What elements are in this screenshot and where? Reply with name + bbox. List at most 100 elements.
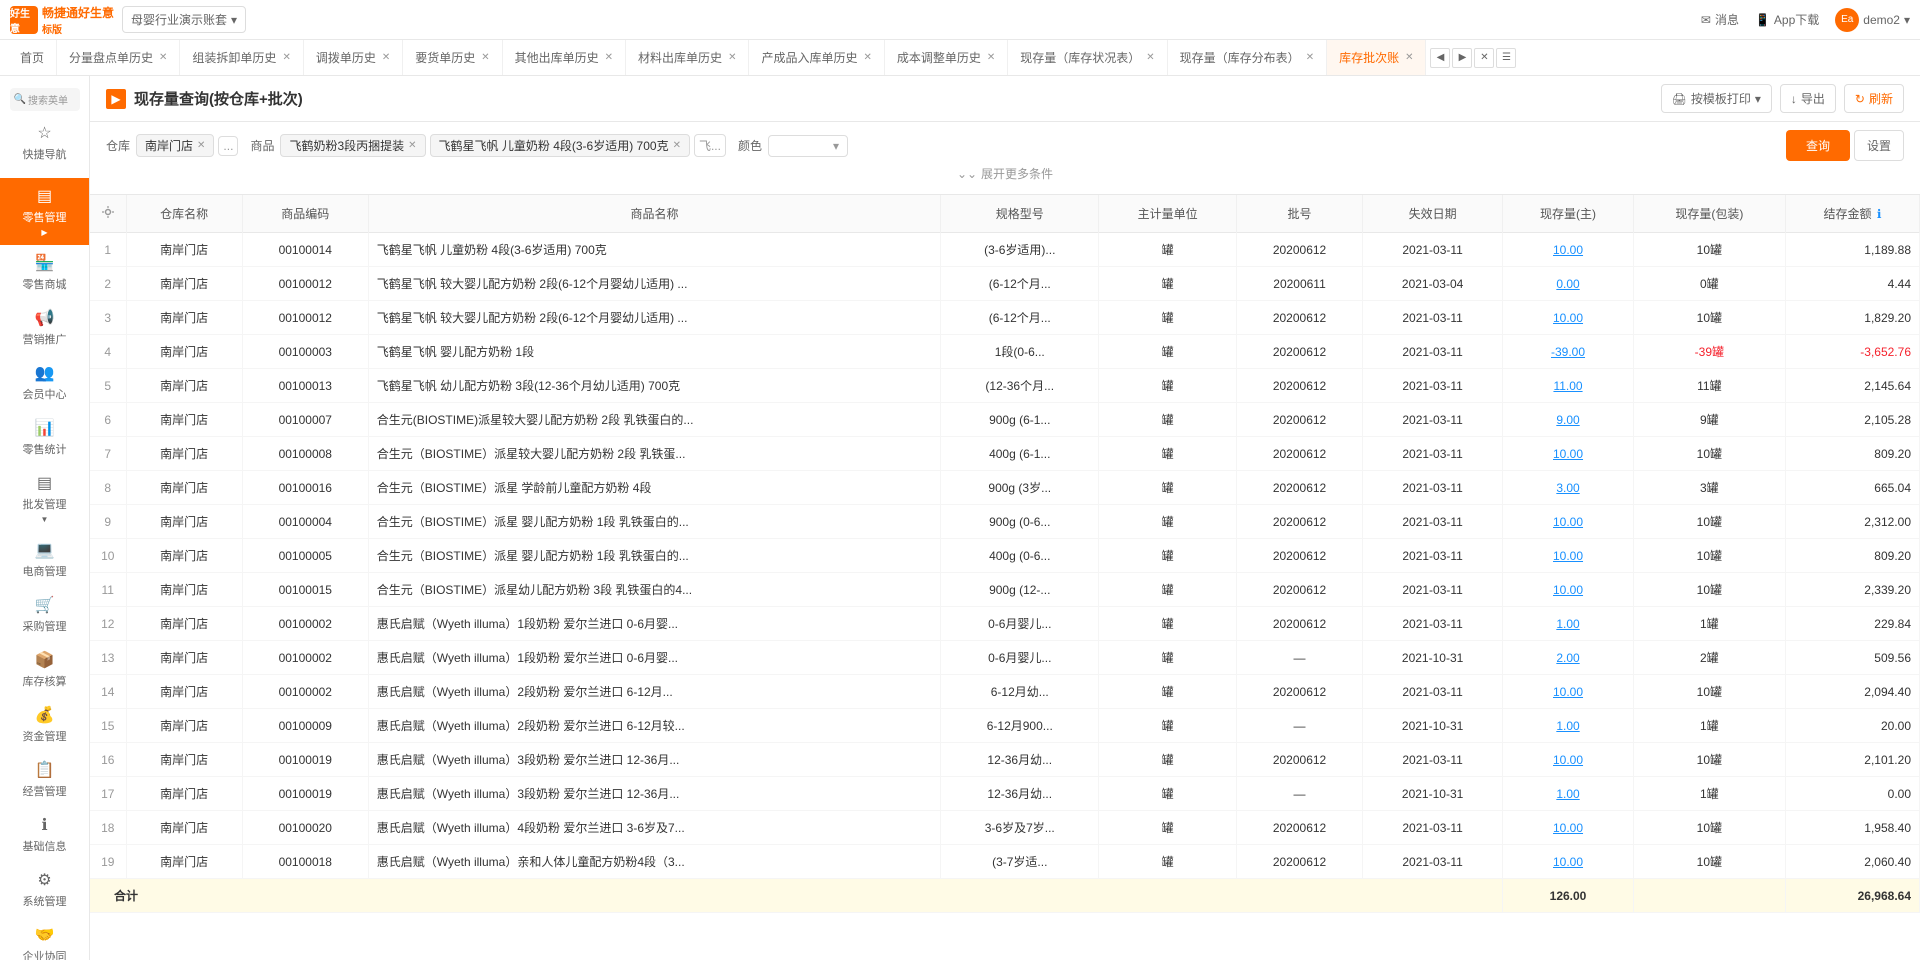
export-btn[interactable]: ↓ 导出 (1780, 84, 1836, 113)
search-input[interactable]: 🔍 搜索英单 (10, 88, 80, 111)
close-icon[interactable]: ✕ (1405, 52, 1413, 63)
warehouse-tag[interactable]: 南岸门店 ✕ (136, 134, 214, 157)
cell-spec: (6-12个月... (941, 301, 1099, 335)
cell-batch: 20200612 (1237, 369, 1363, 403)
cell-name: 合生元（BIOSTIME）派星 婴儿配方奶粉 1段 乳铁蛋白的... (368, 539, 941, 573)
cell-unit: 罐 (1099, 675, 1237, 709)
close-icon[interactable]: ✕ (1146, 52, 1154, 63)
user-menu[interactable]: Ea demo2 ▾ (1835, 8, 1910, 32)
row-num: 13 (90, 641, 126, 675)
tab-other-out[interactable]: 其他出库单历史 ✕ (503, 40, 626, 76)
tab-zu-zhuang[interactable]: 组装拆卸单历史 ✕ (180, 40, 303, 76)
cell-warehouse: 南岸门店 (126, 233, 242, 267)
nav-more-btn[interactable]: ☰ (1496, 48, 1516, 68)
nav-close-btn[interactable]: ✕ (1474, 48, 1494, 68)
close-icon[interactable]: ✕ (728, 52, 736, 63)
cell-qty-pkg: 10罐 (1633, 811, 1785, 845)
sidebar-item-purchase[interactable]: 🛒 采购管理 (0, 587, 89, 642)
cell-expire: 2021-10-31 (1362, 641, 1502, 675)
expand-filter-btn[interactable]: ▶ (106, 89, 126, 109)
close-icon[interactable]: ✕ (382, 52, 390, 63)
cell-qty-pkg: 10罐 (1633, 845, 1785, 879)
filter-bar: 仓库 南岸门店 ✕ ... 商品 飞鹤奶粉3段丙捆提装 ✕ (90, 122, 1920, 195)
search-btn[interactable]: 查询 (1786, 130, 1850, 161)
cell-spec: 900g (0-6... (941, 505, 1099, 539)
cell-code: 00100014 (242, 233, 368, 267)
tab-fen-pan[interactable]: 分量盘点单历史 ✕ (57, 40, 180, 76)
sidebar-item-mall[interactable]: 🏪 零售商城 (0, 245, 89, 300)
tab-material-out[interactable]: 材料出库单历史 ✕ (626, 40, 749, 76)
tab-produce-in[interactable]: 产成品入库单历史 ✕ (749, 40, 884, 76)
product-tag-1[interactable]: 飞鹤奶粉3段丙捆提装 ✕ (280, 134, 425, 157)
refresh-btn[interactable]: ↻ 刷新 (1844, 84, 1904, 113)
tab-home[interactable]: 首页 (8, 40, 57, 76)
amount-info-icon: ℹ (1877, 207, 1882, 221)
cell-code: 00100002 (242, 675, 368, 709)
remove-product-1-icon[interactable]: ✕ (408, 140, 416, 151)
sidebar-item-member[interactable]: 👥 会员中心 (0, 355, 89, 410)
sidebar-item-corp[interactable]: 🤝 企业协同 (0, 917, 89, 960)
cell-qty-main: 10.00 (1503, 743, 1634, 777)
settings-btn[interactable]: 设置 (1854, 130, 1904, 161)
product-tag-2[interactable]: 飞鹤星飞帆 儿童奶粉 4段(3-6岁适用) 700克 ✕ (430, 134, 690, 157)
nav-next-btn[interactable]: ▶ (1452, 48, 1472, 68)
inventory-table: 仓库名称 商品编码 商品名称 规格型号 主计量单位 批号 失效日期 现存量(主)… (90, 195, 1920, 913)
messages-btn[interactable]: ✉ 消息 (1701, 11, 1739, 28)
color-dropdown[interactable]: ▾ (768, 135, 848, 157)
remove-warehouse-icon[interactable]: ✕ (197, 140, 205, 151)
tab-yao-huo[interactable]: 要货单历史 ✕ (403, 40, 502, 76)
product-more[interactable]: 飞... (694, 134, 726, 157)
cell-batch: — (1237, 777, 1363, 811)
cell-unit: 罐 (1099, 267, 1237, 301)
sidebar-item-marketing[interactable]: 📢 营销推广 (0, 300, 89, 355)
tab-batch-account[interactable]: 库存批次账 ✕ (1327, 40, 1426, 76)
sidebar-item-ecommerce[interactable]: 💻 电商管理 (0, 532, 89, 587)
marketing-icon: 📢 (35, 308, 55, 328)
close-icon[interactable]: ✕ (987, 52, 995, 63)
close-icon[interactable]: ✕ (863, 52, 871, 63)
cell-code: 00100012 (242, 267, 368, 301)
row-num: 7 (90, 437, 126, 471)
close-icon[interactable]: ✕ (159, 52, 167, 63)
close-icon[interactable]: ✕ (1306, 52, 1314, 63)
sidebar-item-retail-stats[interactable]: 📊 零售统计 (0, 410, 89, 465)
cell-code: 00100019 (242, 743, 368, 777)
close-icon[interactable]: ✕ (481, 52, 489, 63)
table-row: 6 南岸门店 00100007 合生元(BIOSTIME)派星较大婴儿配方奶粉 … (90, 403, 1920, 437)
cell-batch: 20200612 (1237, 743, 1363, 777)
cell-batch: — (1237, 641, 1363, 675)
app-download-btn[interactable]: 📱 App下载 (1755, 11, 1819, 28)
expand-more-btn[interactable]: ⌄⌄ 展开更多条件 (106, 161, 1904, 186)
cell-expire: 2021-03-11 (1362, 403, 1502, 437)
warehouse-more[interactable]: ... (218, 136, 238, 156)
sidebar-item-system[interactable]: ⚙ 系统管理 (0, 862, 89, 917)
close-icon[interactable]: ✕ (605, 52, 613, 63)
remove-product-2-icon[interactable]: ✕ (673, 140, 681, 151)
tab-inventory-status[interactable]: 现存量（库存状况表） ✕ (1008, 40, 1167, 76)
cell-code: 00100018 (242, 845, 368, 879)
tab-inventory-dist[interactable]: 现存量（库存分布表） ✕ (1168, 40, 1327, 76)
header-actions: 🖨 按模板打印 ▾ ↓ 导出 ↻ 刷新 (1661, 84, 1904, 113)
sidebar-item-retail[interactable]: ▤ 零售管理 ▶ (0, 178, 89, 245)
corp-icon: 🤝 (35, 925, 55, 945)
cell-amount: 2,145.64 (1785, 369, 1919, 403)
cell-unit: 罐 (1099, 539, 1237, 573)
sidebar-item-shortcut[interactable]: ☆ 快捷导航 (0, 115, 89, 170)
tab-label: 组装拆卸单历史 (192, 49, 276, 66)
tab-diao-bo[interactable]: 调拨单历史 ✕ (304, 40, 403, 76)
template-print-btn[interactable]: 🖨 按模板打印 ▾ (1661, 84, 1772, 113)
cell-qty-main: 10.00 (1503, 233, 1634, 267)
table-row: 5 南岸门店 00100013 飞鹤星飞帆 幼儿配方奶粉 3段(12-36个月幼… (90, 369, 1920, 403)
col-settings (90, 195, 126, 233)
sidebar-item-basic[interactable]: ℹ 基础信息 (0, 807, 89, 862)
table-row: 8 南岸门店 00100016 合生元（BIOSTIME）派星 学龄前儿童配方奶… (90, 471, 1920, 505)
sidebar-item-finance[interactable]: 💰 资金管理 (0, 697, 89, 752)
close-icon[interactable]: ✕ (282, 52, 290, 63)
sidebar-item-inventory[interactable]: 📦 库存核算 (0, 642, 89, 697)
top-left: 好生意 畅捷通好生意 标版 母婴行业演示账套 ▾ (10, 4, 246, 36)
sidebar-item-management[interactable]: 📋 经营管理 (0, 752, 89, 807)
tab-cost-adjust[interactable]: 成本调整单历史 ✕ (885, 40, 1008, 76)
account-dropdown[interactable]: 母婴行业演示账套 ▾ (122, 6, 246, 33)
nav-prev-btn[interactable]: ◀ (1430, 48, 1450, 68)
sidebar-item-wholesale[interactable]: ▤ 批发管理 ▼ (0, 465, 89, 532)
